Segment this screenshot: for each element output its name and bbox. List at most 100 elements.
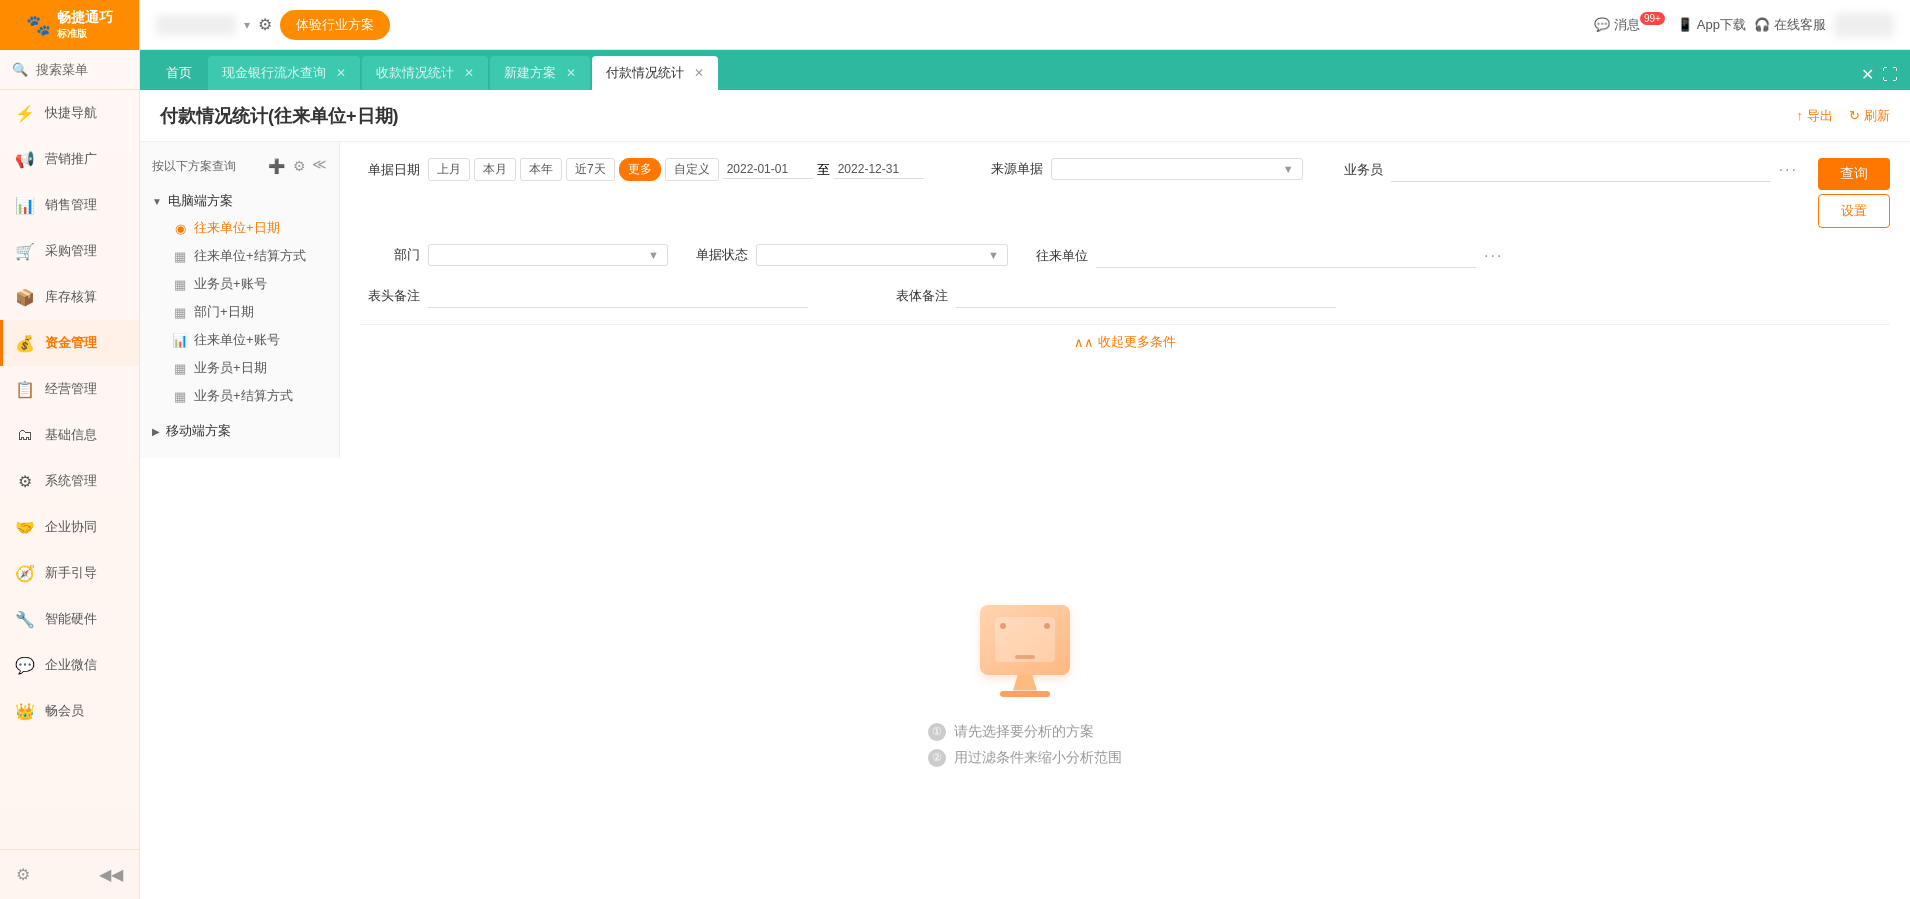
date-separator: 至 [817,161,830,179]
doc-status-select[interactable]: ▼ [756,244,1008,266]
system-nav-icon: ⚙ [15,472,35,491]
search-menu[interactable]: 🔍 搜索菜单 [0,50,139,90]
tab-home[interactable]: 首页 [152,56,206,90]
tab-cash-flow[interactable]: 现金银行流水查询 ✕ [208,56,360,90]
desktop-category-header[interactable]: ▼ 电脑端方案 [152,188,327,214]
marketing-nav-icon: 📢 [15,150,35,169]
tab-receipt-stats[interactable]: 收款情况统计 ✕ [362,56,488,90]
btn-last-month[interactable]: 上月 [428,158,470,181]
try-industry-btn[interactable]: 体验行业方案 [280,10,390,40]
counter-party-input[interactable] [1096,244,1476,268]
purchase-nav-icon: 🛒 [15,242,35,261]
collapse-sidebar-icon[interactable]: ◀◀ [99,865,123,884]
scheme-item-staff-date[interactable]: ▦ 业务员+日期 [168,354,327,382]
settings-bottom-icon[interactable]: ⚙ [16,865,30,884]
scheme-item-staff-settlement[interactable]: ▦ 业务员+结算方式 [168,382,327,410]
counter-party-dots-icon[interactable]: ··· [1484,247,1503,265]
scheme-item-unit-date[interactable]: ◉ 往来单位+日期 [168,214,327,242]
desktop-category-collapse-icon: ▼ [152,196,162,207]
collapse-more-btn[interactable]: ∧∧ 收起更多条件 [360,324,1890,359]
app-version: 标准版 [57,27,113,41]
tabs-bar: 首页 现金银行流水查询 ✕ 收款情况统计 ✕ 新建方案 ✕ 付款情况统计 ✕ ✕… [140,50,1910,90]
desktop-category-label: 电脑端方案 [168,192,233,210]
scheme-item-label-1: 往来单位+结算方式 [194,247,306,265]
online-service-action[interactable]: 🎧 在线客服 [1754,16,1826,34]
messages-icon: 💬 [1594,17,1610,32]
sidebar-item-marketing[interactable]: 📢营销推广 [0,136,139,182]
tab-new-scheme-close[interactable]: ✕ [566,66,576,80]
tip-num-2: ② [928,749,946,767]
filter-item-doc-date: 单据日期 上月 本月 本年 近7天 更多 自定义 至 [360,158,924,181]
sidebar-item-quick-nav[interactable]: ⚡快捷导航 [0,90,139,136]
quick-nav-nav-label: 快捷导航 [45,104,97,122]
tab-home-label: 首页 [166,64,192,82]
tab-receipt-stats-close[interactable]: ✕ [464,66,474,80]
sidebar-item-guide[interactable]: 🧭新手引导 [0,550,139,596]
sidebar-item-enterprise[interactable]: 🤝企业协同 [0,504,139,550]
scheme-item-staff-account[interactable]: ▦ 业务员+账号 [168,270,327,298]
topbar-settings-icon[interactable]: ⚙ [258,15,272,34]
date-start-input[interactable] [723,160,813,179]
sidebar-item-purchase[interactable]: 🛒采购管理 [0,228,139,274]
filter-item-table-head-note: 表头备注 [360,284,808,308]
date-end-input[interactable] [834,160,924,179]
tip-text-1: 请先选择要分析的方案 [954,723,1094,741]
filter-settings-btn[interactable]: 设置 [1818,194,1890,228]
mobile-category-label: 移动端方案 [166,422,231,440]
sidebar-item-hardware[interactable]: 🔧智能硬件 [0,596,139,642]
user-avatar[interactable] [1834,13,1894,37]
sidebar-item-vip[interactable]: 👑畅会员 [0,688,139,734]
weixin-nav-icon: 💬 [15,656,35,675]
tab-maximize-icon[interactable]: ⛶ [1882,66,1898,84]
scheme-item-unit-settlement[interactable]: ▦ 往来单位+结算方式 [168,242,327,270]
dept-select[interactable]: ▼ [428,244,668,266]
filter-area: 单据日期 上月 本月 本年 近7天 更多 自定义 至 [340,142,1910,458]
dept-label: 部门 [360,246,420,264]
tab-payment-stats[interactable]: 付款情况统计 ✕ [592,56,718,90]
sidebar-item-sales[interactable]: 📊销售管理 [0,182,139,228]
btn-this-month[interactable]: 本月 [474,158,516,181]
scheme-item-icon-active: ◉ [172,221,188,236]
tip-text-2: 用过滤条件来缩小分析范围 [954,749,1122,767]
breadcrumb-separator: ▾ [244,18,250,32]
doc-date-label: 单据日期 [360,161,420,179]
btn-this-year[interactable]: 本年 [520,158,562,181]
staff-input[interactable] [1391,158,1771,182]
btn-last7[interactable]: 近7天 [566,158,615,181]
messages-action[interactable]: 💬 消息 99+ [1594,16,1669,34]
mobile-schemes-category: ▶ 移动端方案 [140,414,339,448]
sidebar-item-weixin[interactable]: 💬企业微信 [0,642,139,688]
tab-new-scheme[interactable]: 新建方案 ✕ [490,56,590,90]
dept-arrow-icon: ▼ [648,249,659,261]
sidebar-item-basic-info[interactable]: 🗂基础信息 [0,412,139,458]
scheme-item-dept-date[interactable]: ▦ 部门+日期 [168,298,327,326]
scheme-collapse-btn[interactable]: ≪ [312,156,327,176]
scheme-add-icon[interactable]: ➕ [266,156,287,176]
tab-close-all-icon[interactable]: ✕ [1861,65,1874,84]
refresh-btn[interactable]: ↻ 刷新 [1849,107,1890,125]
scheme-settings-icon[interactable]: ⚙ [291,156,308,176]
refresh-icon: ↻ [1849,108,1860,123]
app-download-action[interactable]: 📱 App下载 [1677,16,1746,34]
sales-nav-icon: 📊 [15,196,35,215]
tab-payment-stats-close[interactable]: ✕ [694,66,704,80]
mobile-category-header[interactable]: ▶ 移动端方案 [152,418,327,444]
filter-row-2: 部门 ▼ 单据状态 ▼ 往来单位 [360,244,1890,268]
sidebar-item-capital[interactable]: 💰资金管理 [0,320,139,366]
scheme-item-unit-account[interactable]: 📊 往来单位+账号 [168,326,327,354]
filter-item-counter-party: 往来单位 ··· [1028,244,1503,268]
table-body-note-input[interactable] [956,284,1336,308]
tab-cash-flow-close[interactable]: ✕ [336,66,346,80]
btn-custom[interactable]: 自定义 [665,158,719,181]
sidebar-item-operation[interactable]: 📋经营管理 [0,366,139,412]
source-doc-select[interactable]: ▼ [1051,158,1303,180]
table-head-note-input[interactable] [428,284,808,308]
query-btn[interactable]: 查询 [1818,158,1890,190]
sidebar-item-inventory[interactable]: 📦库存核算 [0,274,139,320]
app-name: 畅捷通巧 [57,9,113,27]
export-btn[interactable]: ↑ 导出 [1797,107,1834,125]
sidebar-item-system[interactable]: ⚙系统管理 [0,458,139,504]
tab-new-scheme-label: 新建方案 [504,64,556,82]
btn-more[interactable]: 更多 [619,158,661,181]
staff-dots-icon[interactable]: ··· [1779,161,1798,179]
